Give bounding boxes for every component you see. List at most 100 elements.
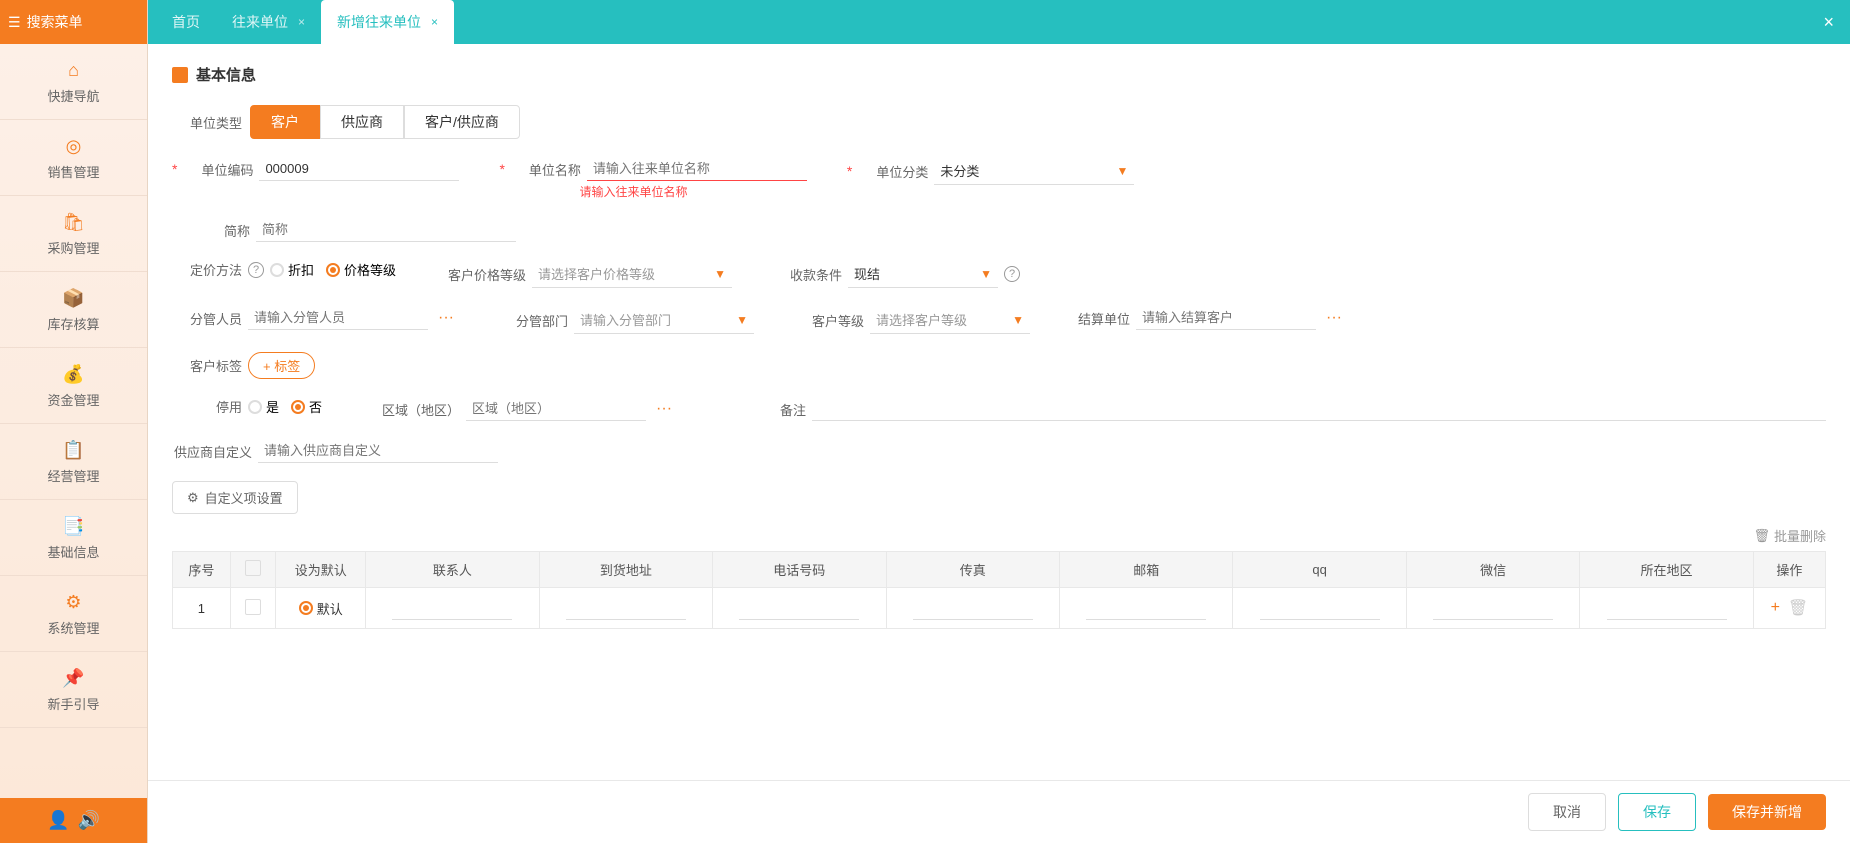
delete-row-btn[interactable]: 🗑 xyxy=(1788,598,1808,618)
sidebar-bottom: 👤 🔊 xyxy=(0,798,147,843)
sidebar-item-label: 采购管理 xyxy=(47,238,99,257)
tab-new-partner[interactable]: 新增往来单位 × xyxy=(321,0,454,44)
payment-terms-help-icon[interactable]: ? xyxy=(1004,266,1020,282)
settlement-unit-more-btn[interactable]: ··· xyxy=(1322,309,1346,327)
disabled-row: 停用 是 否 区域（地区） ··· xyxy=(172,397,1826,421)
tab-new-partner-label: 新增往来单位 xyxy=(337,12,421,32)
unit-type-supplier[interactable]: 供应商 xyxy=(320,105,404,139)
window-close-icon[interactable]: × xyxy=(1815,8,1842,37)
pricing-discount-option[interactable]: 折扣 xyxy=(270,260,314,279)
disabled-radio-group: 是 否 xyxy=(248,397,322,416)
customer-tag-row: 客户标签 + 标签 xyxy=(172,352,1826,379)
address-input[interactable] xyxy=(566,596,686,620)
settlement-unit-input[interactable] xyxy=(1136,306,1316,330)
unit-code-input[interactable] xyxy=(259,157,459,181)
tab-partners[interactable]: 往来单位 × xyxy=(216,0,321,44)
custom-settings-button[interactable]: ⚙ 自定义项设置 xyxy=(172,481,298,514)
payment-terms-value: 现结 xyxy=(854,264,880,283)
contact-input[interactable] xyxy=(392,596,512,620)
tab-home[interactable]: 首页 xyxy=(156,0,216,44)
unit-name-required: * xyxy=(499,161,504,177)
unit-type-group: 客户 供应商 客户/供应商 xyxy=(250,105,520,139)
unit-category-select[interactable]: 未分类 ▼ xyxy=(934,157,1134,185)
region-input[interactable] xyxy=(466,397,646,421)
sidebar-item-operations[interactable]: 📋 经营管理 xyxy=(0,424,147,500)
select-all-checkbox[interactable] xyxy=(245,560,261,576)
wechat-input[interactable] xyxy=(1433,596,1553,620)
manager-more-btn[interactable]: ··· xyxy=(434,309,458,327)
row-fax xyxy=(886,588,1059,629)
add-row-btn[interactable]: + xyxy=(1771,599,1780,617)
fax-input[interactable] xyxy=(913,596,1033,620)
cancel-button[interactable]: 取消 xyxy=(1528,793,1606,831)
unit-name-input[interactable] xyxy=(587,157,807,181)
manager-input[interactable] xyxy=(248,306,428,330)
row-phone xyxy=(713,588,886,629)
sidebar-item-guide[interactable]: 📌 新手引导 xyxy=(0,652,147,728)
pricing-discount-label: 折扣 xyxy=(288,260,314,279)
col-address: 到货地址 xyxy=(539,552,712,588)
footer-bar: 取消 保存 保存并新增 xyxy=(148,780,1850,843)
department-select[interactable]: 请输入分管部门 ▼ xyxy=(574,306,754,334)
row-email xyxy=(1059,588,1232,629)
inventory-icon: 📦 xyxy=(62,286,86,310)
pricing-help-icon[interactable]: ? xyxy=(248,262,264,278)
row-qq xyxy=(1233,588,1406,629)
disabled-no-label: 否 xyxy=(309,397,322,416)
row-region-input[interactable] xyxy=(1607,596,1727,620)
sidebar-item-inventory[interactable]: 📦 库存核算 xyxy=(0,272,147,348)
pricing-discount-radio[interactable] xyxy=(270,263,284,277)
unit-category-chevron: ▼ xyxy=(1116,164,1128,178)
disabled-no-radio[interactable] xyxy=(291,400,305,414)
tab-new-partner-close[interactable]: × xyxy=(431,15,438,29)
save-button[interactable]: 保存 xyxy=(1618,793,1696,831)
short-name-label: 简称 xyxy=(180,221,250,240)
customer-level-select[interactable]: 请选择客户等级 ▼ xyxy=(870,306,1030,334)
sidebar-item-basic-info[interactable]: 📑 基础信息 xyxy=(0,500,147,576)
remark-input[interactable] xyxy=(812,397,1826,421)
qq-input[interactable] xyxy=(1260,596,1380,620)
save-and-new-button[interactable]: 保存并新增 xyxy=(1708,794,1826,830)
sidebar-item-quick-nav[interactable]: ⌂ 快捷导航 xyxy=(0,44,147,120)
unit-type-customer[interactable]: 客户 xyxy=(250,105,320,139)
short-name-input[interactable] xyxy=(256,218,516,242)
custom-settings-area: ⚙ 自定义项设置 xyxy=(172,481,1826,514)
disabled-no-option[interactable]: 否 xyxy=(291,397,322,416)
pricing-price-level-option[interactable]: 价格等级 xyxy=(326,260,396,279)
tab-partners-close[interactable]: × xyxy=(298,15,305,29)
row-region xyxy=(1580,588,1753,629)
phone-input[interactable] xyxy=(739,596,859,620)
payment-terms-select[interactable]: 现结 ▼ xyxy=(848,260,998,288)
disabled-yes-radio[interactable] xyxy=(248,400,262,414)
search-menu[interactable]: ☰ 搜索菜单 xyxy=(0,0,147,44)
contacts-table: 序号 设为默认 联系人 到货地址 电话号码 传真 邮箱 qq 微信 所在地区 操… xyxy=(172,551,1826,629)
row-checkbox[interactable] xyxy=(245,599,261,615)
email-input[interactable] xyxy=(1086,596,1206,620)
disabled-yes-option[interactable]: 是 xyxy=(248,397,279,416)
sidebar-item-finance[interactable]: 💰 资金管理 xyxy=(0,348,147,424)
batch-delete-icon: 🗑 xyxy=(1753,528,1770,544)
unit-type-both[interactable]: 客户/供应商 xyxy=(404,105,520,139)
pricing-radio-group: 折扣 价格等级 xyxy=(270,260,396,279)
customer-price-level-select[interactable]: 请选择客户价格等级 ▼ xyxy=(532,260,732,288)
unit-category-value: 未分类 xyxy=(940,161,979,180)
row-default-radio[interactable] xyxy=(299,601,313,615)
unit-type-row: 单位类型 客户 供应商 客户/供应商 xyxy=(172,105,1826,139)
pricing-price-level-radio[interactable] xyxy=(326,263,340,277)
table-row: 1 默认 xyxy=(173,588,1826,629)
sidebar-item-purchase[interactable]: 🛍 采购管理 xyxy=(0,196,147,272)
add-tag-button[interactable]: + 标签 xyxy=(248,352,315,379)
supplier-custom-input[interactable] xyxy=(258,439,498,463)
supplier-custom-row: 供应商自定义 xyxy=(172,439,1826,463)
batch-delete-label[interactable]: 批量删除 xyxy=(1774,526,1826,545)
col-email: 邮箱 xyxy=(1059,552,1232,588)
tabbar: 首页 往来单位 × 新增往来单位 × × xyxy=(148,0,1850,44)
sidebar-item-label: 资金管理 xyxy=(47,390,99,409)
unit-code-required: * xyxy=(172,161,177,177)
region-more-btn[interactable]: ··· xyxy=(652,400,676,418)
payment-terms-label: 收款条件 xyxy=(772,265,842,284)
sidebar-item-system[interactable]: ⚙ 系统管理 xyxy=(0,576,147,652)
unit-type-label: 单位类型 xyxy=(172,113,242,132)
sidebar-item-sales[interactable]: ◎ 销售管理 xyxy=(0,120,147,196)
col-no: 序号 xyxy=(173,552,231,588)
